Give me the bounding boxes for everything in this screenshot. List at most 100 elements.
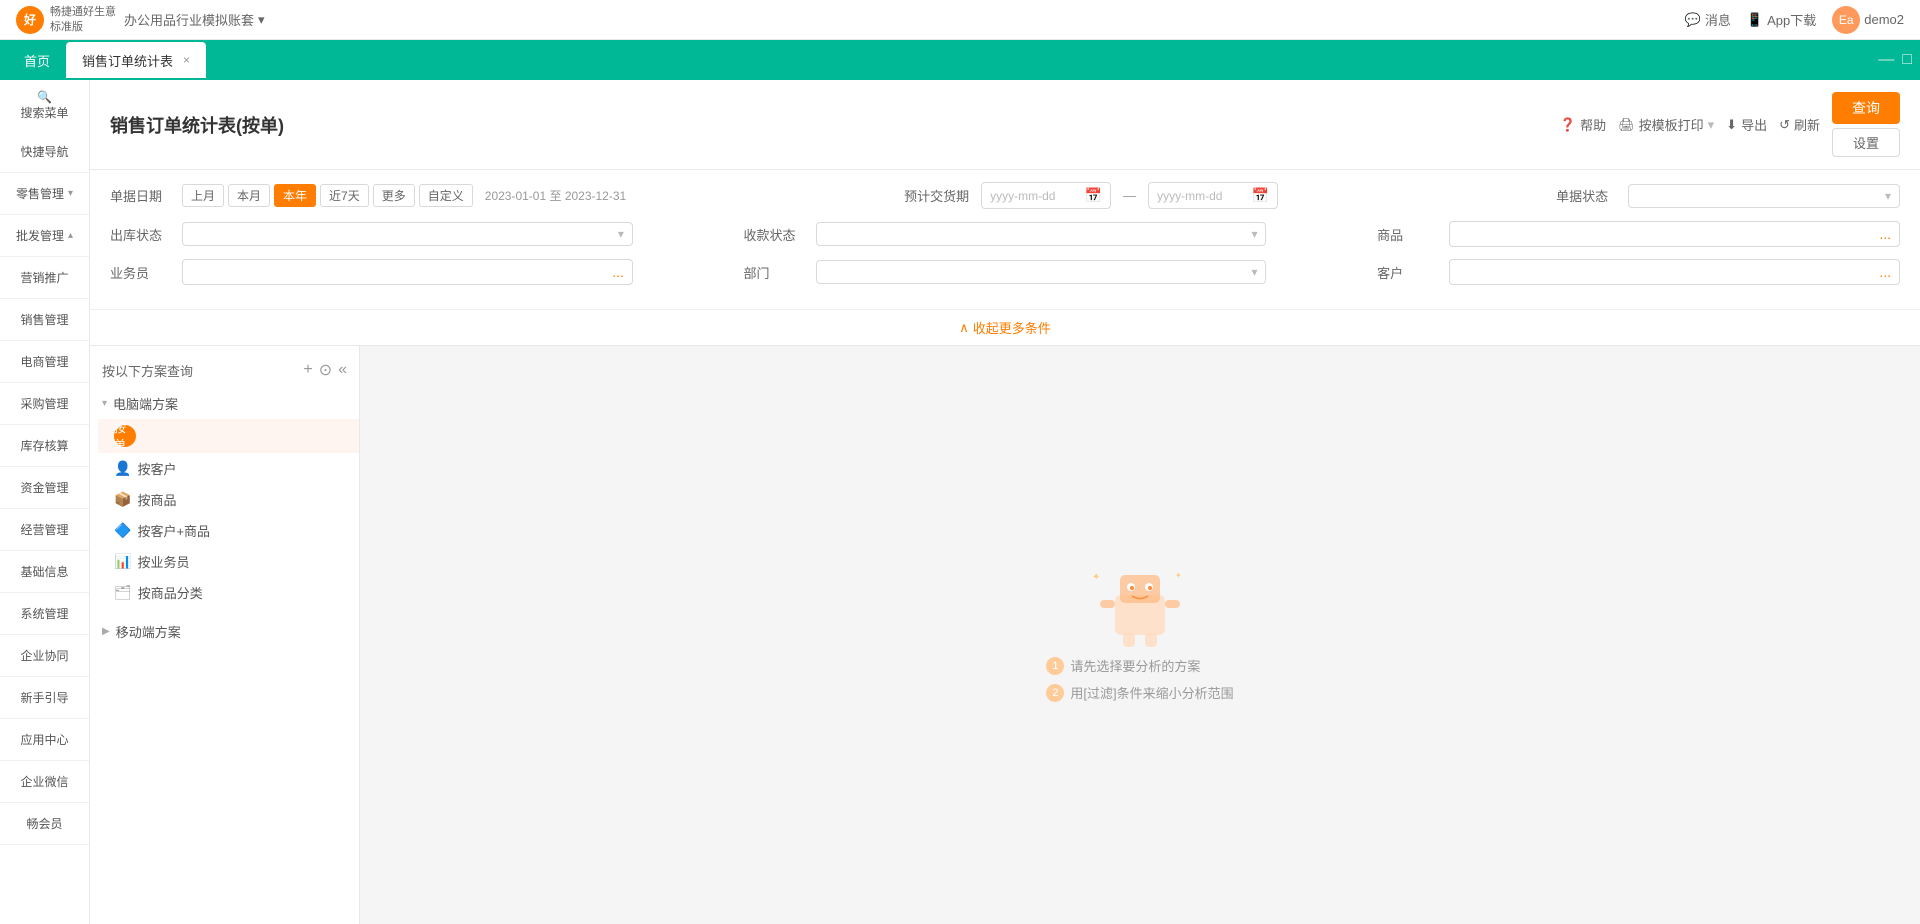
add-scheme-icon[interactable]: + — [303, 361, 312, 379]
sidebar-item-wechat[interactable]: 企业微信 — [0, 761, 89, 803]
sidebar-item-ecommerce[interactable]: 电商管理 — [0, 341, 89, 383]
tab-bar: 首页 销售订单统计表 × — □ — [0, 40, 1920, 80]
hint-text-2: 用[过滤]条件来缩小分析范围 — [1070, 683, 1233, 702]
filter-row-status: 出库状态 ▾ 收款状态 ▾ 商品 — [110, 221, 1900, 247]
pay-status-label: 收款状态 — [744, 225, 804, 244]
tab-sales-report[interactable]: 销售订单统计表 × — [66, 42, 206, 78]
sidebar-item-quick-nav[interactable]: 快捷导航 — [0, 131, 89, 173]
sidebar-item-purchase[interactable]: 采购管理 — [0, 383, 89, 425]
sidebar-item-apps[interactable]: 应用中心 — [0, 719, 89, 761]
ship-status-chevron-icon: ▾ — [618, 227, 624, 241]
customer-label: 客户 — [1377, 263, 1437, 282]
refresh-icon: ↺ — [1779, 117, 1790, 133]
tree-item-by-category[interactable]: 🗂 按商品分类 — [98, 577, 359, 608]
hint-text-1: 请先选择要分析的方案 — [1070, 656, 1200, 675]
dept-label: 部门 — [744, 263, 804, 282]
tree-item-by-order[interactable]: 按单 — [98, 419, 359, 453]
export-button[interactable]: ⬇ 导出 — [1726, 115, 1767, 134]
right-content: ✦ ✦ 1 请先选择要分析的方案 2 用[过滤]条件来缩小分析范围 — [360, 346, 1920, 924]
ship-status-select[interactable]: ▾ — [182, 222, 633, 246]
top-bar-left: 好 畅捷通好生意 标准版 办公用品行业模拟账套 ▾ — [16, 5, 265, 34]
avatar: Ea — [1832, 6, 1860, 34]
top-bar-right: 💬 消息 📱 App下载 Ea demo2 — [1685, 6, 1904, 34]
app-download-button[interactable]: 📱 App下载 — [1747, 10, 1816, 29]
help-button[interactable]: ❓ 帮助 — [1560, 115, 1606, 134]
username-label: demo2 — [1864, 12, 1904, 27]
goods-ellipsis-icon[interactable]: ... — [1879, 226, 1891, 242]
cur-month-btn[interactable]: 本月 — [228, 184, 270, 207]
more-btn[interactable]: 更多 — [373, 184, 415, 207]
collapse-panel-icon[interactable]: « — [338, 361, 347, 379]
customer-input[interactable]: ... — [1449, 259, 1900, 285]
salesperson-ellipsis-icon[interactable]: ... — [612, 264, 624, 280]
tab-home[interactable]: 首页 — [8, 42, 66, 78]
left-panel-title: 按以下方案查询 — [102, 361, 193, 380]
tree-item-by-goods[interactable]: 📦 按商品 — [98, 484, 359, 515]
expected-date-label: 预计交货期 — [904, 186, 969, 205]
sidebar-item-marketing[interactable]: 营销推广 — [0, 257, 89, 299]
dept-chevron-icon: ▾ — [1251, 265, 1257, 279]
window-minimize-icon[interactable]: — — [1878, 51, 1894, 69]
message-icon: 💬 — [1685, 12, 1701, 28]
content-body: 按以下方案查询 + ⊙ « ▾ 电脑端方案 — [90, 346, 1920, 924]
sidebar-item-basic[interactable]: 基础信息 — [0, 551, 89, 593]
desktop-section-label: 电脑端方案 — [113, 394, 178, 413]
top-bar: 好 畅捷通好生意 标准版 办公用品行业模拟账套 ▾ 💬 消息 📱 App下载 E… — [0, 0, 1920, 40]
empty-illustration: ✦ ✦ — [1090, 560, 1190, 640]
ship-status-label: 出库状态 — [110, 225, 170, 244]
date-quick-btns: 上月 本月 本年 近7天 更多 自定义 — [182, 184, 473, 207]
sidebar-item-member[interactable]: 畅会员 — [0, 803, 89, 845]
sidebar-item-inventory[interactable]: 库存核算 — [0, 425, 89, 467]
calendar-end-icon: 📅 — [1252, 187, 1269, 204]
sidebar-item-finance[interactable]: 资金管理 — [0, 467, 89, 509]
by-order-circle: 按单 — [114, 425, 136, 447]
user-menu[interactable]: Ea demo2 — [1832, 6, 1904, 34]
hint-item-2: 2 用[过滤]条件来缩小分析范围 — [1046, 683, 1233, 702]
refresh-button[interactable]: ↺ 刷新 — [1779, 115, 1820, 134]
tree-item-by-salesperson[interactable]: 📊 按业务员 — [98, 546, 359, 577]
pay-status-select[interactable]: ▾ — [816, 222, 1267, 246]
sidebar-item-search[interactable]: 🔍 搜索菜单 — [0, 80, 89, 131]
message-button[interactable]: 💬 消息 — [1685, 10, 1731, 29]
sidebar-item-operations[interactable]: 经营管理 — [0, 509, 89, 551]
hint-num-2: 2 — [1046, 684, 1064, 702]
collapse-button[interactable]: ∧ 收起更多条件 — [959, 318, 1051, 337]
this-year-btn[interactable]: 本年 — [274, 184, 316, 207]
by-goods-icon: 📦 — [114, 491, 131, 508]
tree-item-by-customer-goods[interactable]: 🔷 按客户+商品 — [98, 515, 359, 546]
tree-parent-desktop: ▾ 电脑端方案 — [90, 388, 359, 419]
desktop-chevron-icon: ▾ — [102, 398, 107, 409]
sidebar-item-newbie[interactable]: 新手引导 — [0, 677, 89, 719]
query-button[interactable]: 查询 — [1832, 92, 1900, 124]
left-panel-header-actions: + ⊙ « — [303, 360, 347, 380]
main-content: 销售订单统计表(按单) ❓ 帮助 🖨 按模板打印 ▾ ⬇ 导出 — [90, 80, 1920, 924]
mobile-section-label: 移动端方案 — [116, 622, 181, 641]
sidebar-item-wholesale[interactable]: 批发管理 ▴ — [0, 215, 89, 257]
breadcrumb-select[interactable]: 办公用品行业模拟账套 ▾ — [124, 10, 265, 29]
expected-date-start-input[interactable]: yyyy-mm-dd 📅 — [981, 182, 1111, 209]
goods-input[interactable]: ... — [1449, 221, 1900, 247]
logo-area: 好 畅捷通好生意 标准版 — [16, 5, 116, 34]
salesperson-input[interactable]: ... — [182, 259, 633, 285]
7days-btn[interactable]: 近7天 — [320, 184, 369, 207]
bill-status-select[interactable]: ▾ — [1628, 184, 1900, 208]
tree-item-by-customer[interactable]: 👤 按客户 — [98, 453, 359, 484]
svg-text:✦: ✦ — [1092, 572, 1100, 583]
dept-select[interactable]: ▾ — [816, 260, 1267, 284]
customer-ellipsis-icon[interactable]: ... — [1879, 264, 1891, 280]
sidebar-item-enterprise[interactable]: 企业协同 — [0, 635, 89, 677]
tab-close-icon[interactable]: × — [183, 53, 190, 67]
window-maximize-icon[interactable]: □ — [1902, 51, 1912, 69]
setup-button[interactable]: 设置 — [1832, 128, 1900, 157]
expected-date-end-input[interactable]: yyyy-mm-dd 📅 — [1148, 182, 1278, 209]
print-button[interactable]: 🖨 按模板打印 ▾ — [1618, 115, 1714, 134]
tree-parent-mobile: ▶ 移动端方案 — [90, 616, 359, 647]
tree-children: 按单 👤 按客户 📦 按商品 🔷 — [90, 419, 359, 608]
sidebar-item-sales[interactable]: 销售管理 — [0, 299, 89, 341]
custom-btn[interactable]: 自定义 — [419, 184, 473, 207]
settings-scheme-icon[interactable]: ⊙ — [319, 360, 332, 380]
sidebar: 🔍 搜索菜单 快捷导航 零售管理 ▾ 批发管理 ▴ 营销推广 销售管理 电商管理… — [0, 80, 90, 924]
sidebar-item-system[interactable]: 系统管理 — [0, 593, 89, 635]
prev-month-btn[interactable]: 上月 — [182, 184, 224, 207]
sidebar-item-retail[interactable]: 零售管理 ▾ — [0, 173, 89, 215]
